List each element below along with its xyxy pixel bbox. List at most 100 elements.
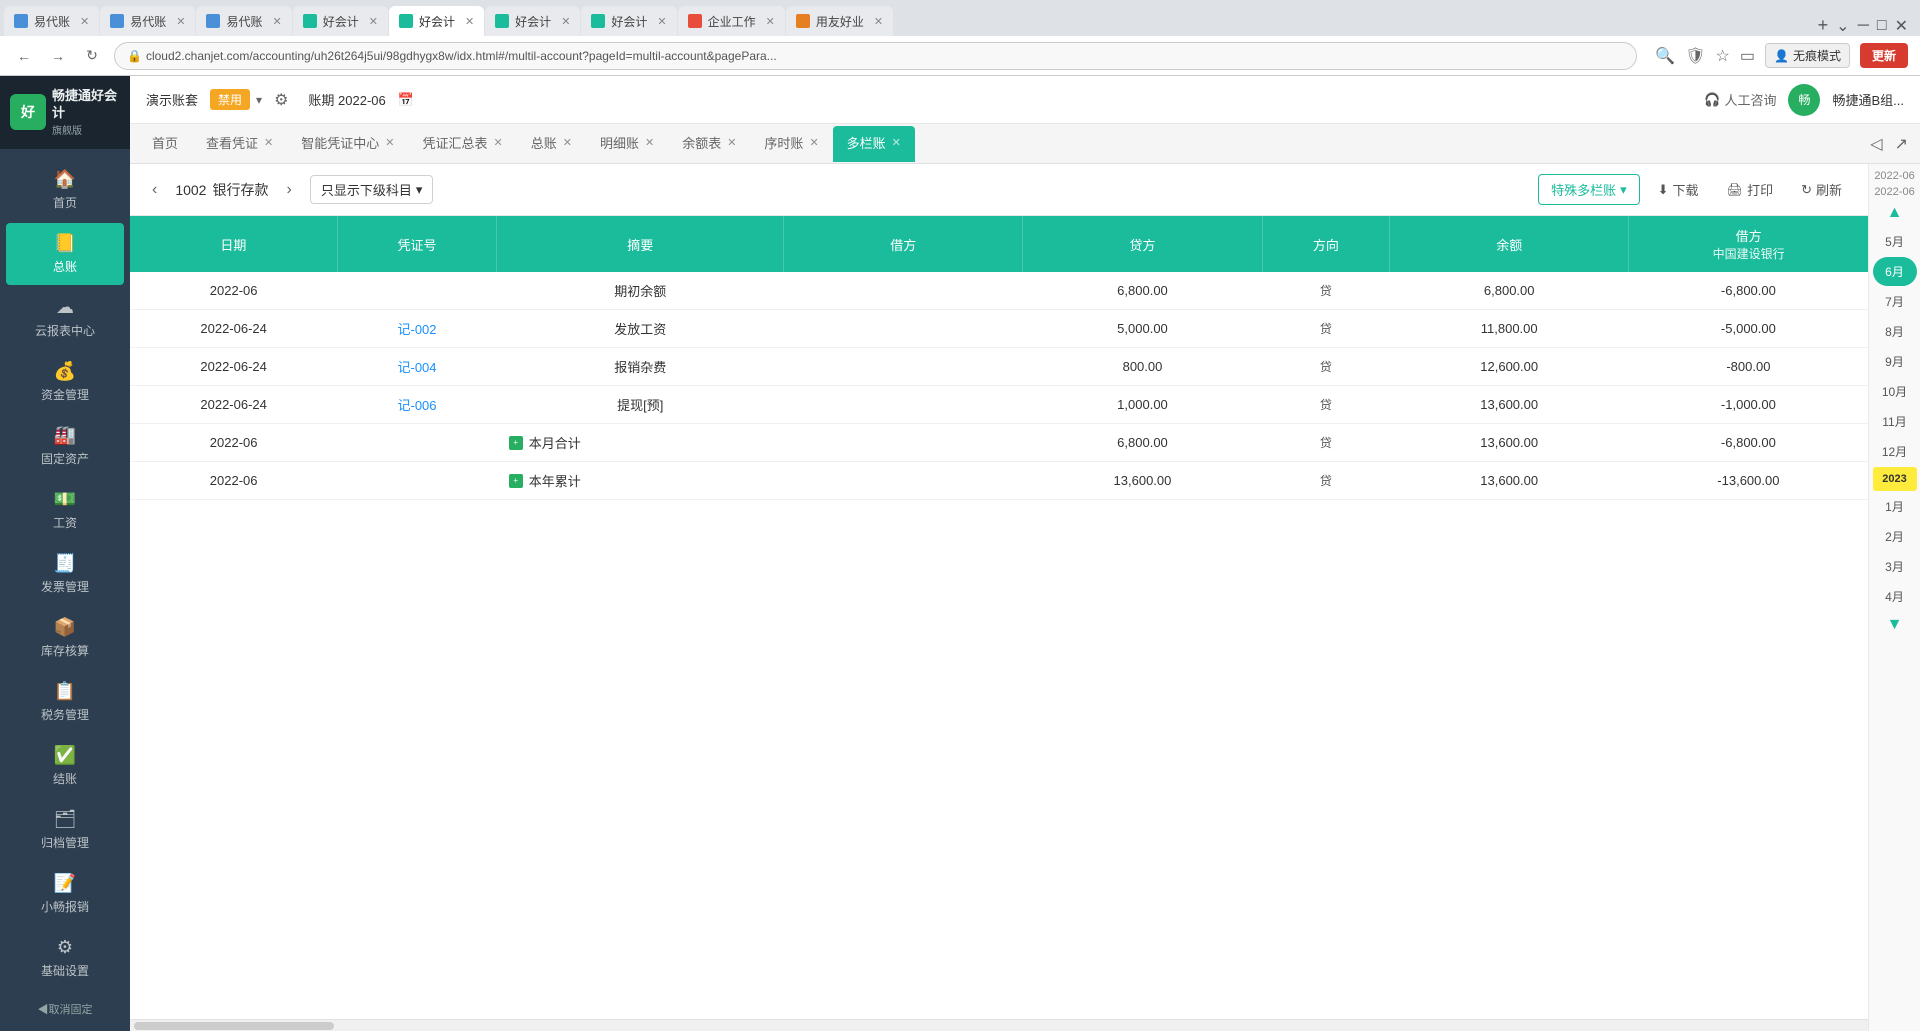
sub-account-filter[interactable]: 只显示下级科目 ▾ (310, 175, 434, 204)
tab-multi-column[interactable]: 多栏账 ✕ (833, 126, 915, 162)
back-button[interactable]: ← (12, 44, 36, 68)
voucher-link[interactable]: 记-004 (397, 360, 436, 375)
demo-badge[interactable]: 禁用 (210, 89, 250, 110)
minimize-button[interactable]: ─ (1858, 17, 1869, 35)
sidebar-panel-icon[interactable]: ▭ (1740, 46, 1755, 66)
tab-detail-ledger[interactable]: 明细账 ✕ (586, 126, 668, 162)
tab-0[interactable]: 易代账 ✕ (4, 6, 99, 36)
tab-8[interactable]: 用友好业 ✕ (786, 6, 893, 36)
app-settings-icon[interactable]: ⚙ (274, 90, 288, 110)
month-item[interactable]: 11月 (1873, 407, 1917, 436)
tab-voucher-summary[interactable]: 凭证汇总表 ✕ (408, 126, 516, 162)
close-window-button[interactable]: ✕ (1895, 16, 1908, 36)
month-item[interactable]: 9月 (1873, 347, 1917, 376)
demo-dropdown[interactable]: ▾ (256, 93, 262, 107)
sidebar-item-payroll[interactable]: 💵 工资 (6, 479, 124, 541)
voucher-link[interactable]: 记-006 (397, 398, 436, 413)
tab-journal[interactable]: 序时账 ✕ (750, 126, 832, 162)
tab-close-1[interactable]: ✕ (176, 15, 185, 28)
refresh-button[interactable]: ↻ (80, 44, 104, 68)
tab-general-ledger-close[interactable]: ✕ (563, 136, 572, 149)
maximize-button[interactable]: □ (1877, 17, 1887, 35)
month-item[interactable]: 8月 (1873, 317, 1917, 346)
month-item[interactable]: 10月 (1873, 377, 1917, 406)
month-scroll-down-button[interactable]: ▼ (1883, 612, 1907, 638)
next-account-button[interactable]: › (280, 179, 297, 201)
tab-3[interactable]: 好会计 ✕ (293, 6, 388, 36)
wuhen-mode-button[interactable]: 👤 无痕模式 (1765, 43, 1850, 68)
tab-smart-voucher[interactable]: 智能凭证中心 ✕ (287, 126, 408, 162)
user-name[interactable]: 畅捷通B组... (1832, 90, 1904, 109)
month-scroll-up-button[interactable]: ▲ (1883, 200, 1907, 226)
tab-close-0[interactable]: ✕ (80, 15, 89, 28)
tab-view-voucher-close[interactable]: ✕ (264, 136, 273, 149)
sidebar-item-close-account[interactable]: ✅ 结账 (6, 735, 124, 797)
sidebar-item-expense[interactable]: 📝 小畅报销 (6, 863, 124, 925)
expand-panel-button[interactable]: ↗ (1891, 132, 1912, 156)
scroll-thumb[interactable] (134, 1022, 334, 1030)
tab-general-ledger[interactable]: 总账 ✕ (517, 126, 586, 162)
tab-label-2: 易代账 (226, 13, 262, 30)
sidebar-item-settings[interactable]: ⚙ 基础设置 (6, 927, 124, 987)
tab-2[interactable]: 易代账 ✕ (196, 6, 291, 36)
month-item[interactable]: 12月 (1873, 437, 1917, 466)
month-item[interactable]: 2月 (1873, 522, 1917, 551)
tab-smart-voucher-close[interactable]: ✕ (385, 136, 394, 149)
tab-5[interactable]: 好会计 ✕ (485, 6, 580, 36)
month-item[interactable]: 3月 (1873, 552, 1917, 581)
month-item[interactable]: 6月 (1873, 257, 1917, 286)
tab-close-7[interactable]: ✕ (766, 15, 775, 28)
tab-7[interactable]: 企业工作 ✕ (678, 6, 785, 36)
sidebar-item-archive[interactable]: 🗂 归档管理 (6, 799, 124, 861)
sidebar-item-fixed-assets[interactable]: 🏭 固定资产 (6, 415, 124, 477)
tab-4[interactable]: 好会计 ✕ (389, 6, 484, 36)
print-button[interactable]: 🖨 打印 (1717, 175, 1784, 204)
url-bar[interactable]: 🔒 cloud2.chanjet.com/accounting/uh26t264… (114, 42, 1637, 70)
month-item[interactable]: 2023 (1873, 467, 1917, 491)
tab-close-4[interactable]: ✕ (465, 15, 474, 28)
tab-home[interactable]: 首页 (138, 126, 192, 162)
collapse-panel-button[interactable]: ◁ (1866, 132, 1886, 156)
sidebar-item-invoice[interactable]: 🧾 发票管理 (6, 543, 124, 605)
special-multi-button[interactable]: 特殊多栏账 ▾ (1538, 174, 1640, 205)
sidebar-item-inventory[interactable]: 📦 库存核算 (6, 607, 124, 669)
update-button[interactable]: 更新 (1860, 43, 1908, 68)
sidebar-item-tax[interactable]: 📋 税务管理 (6, 671, 124, 733)
tab-voucher-summary-close[interactable]: ✕ (494, 136, 503, 149)
sidebar-item-funds[interactable]: 💰 资金管理 (6, 351, 124, 413)
tab-close-3[interactable]: ✕ (369, 15, 378, 28)
tab-view-voucher[interactable]: 查看凭证 ✕ (192, 126, 287, 162)
star-icon[interactable]: ☆ (1716, 46, 1730, 66)
calendar-icon[interactable]: 📅 (398, 92, 414, 108)
prev-account-button[interactable]: ‹ (146, 179, 163, 201)
sidebar-item-ledger[interactable]: 📒 总账 (6, 223, 124, 285)
tab-6[interactable]: 好会计 ✕ (581, 6, 676, 36)
shield-icon[interactable]: 🛡 (1685, 46, 1705, 66)
new-tab-button[interactable]: + (1818, 15, 1829, 36)
voucher-link[interactable]: 记-002 (397, 322, 436, 337)
month-item[interactable]: 7月 (1873, 287, 1917, 316)
month-item[interactable]: 1月 (1873, 492, 1917, 521)
download-button[interactable]: ⬇ 下载 (1648, 175, 1709, 204)
tab-1[interactable]: 易代账 ✕ (100, 6, 195, 36)
search-icon[interactable]: 🔍 (1655, 46, 1675, 66)
tab-detail-ledger-close[interactable]: ✕ (645, 136, 654, 149)
month-item[interactable]: 4月 (1873, 582, 1917, 611)
tab-journal-close[interactable]: ✕ (809, 136, 818, 149)
tab-list-button[interactable]: ⌄ (1836, 16, 1849, 36)
month-item[interactable]: 5月 (1873, 227, 1917, 256)
tab-balance-table[interactable]: 余额表 ✕ (668, 126, 750, 162)
unfix-button[interactable]: ◀取消固定 (8, 995, 122, 1023)
horizontal-scroll[interactable] (130, 1019, 1868, 1031)
sidebar-item-home[interactable]: 🏠 首页 (6, 159, 124, 221)
tab-close-6[interactable]: ✕ (657, 15, 666, 28)
tab-close-2[interactable]: ✕ (272, 15, 281, 28)
forward-button[interactable]: → (46, 44, 70, 68)
refresh-ledger-button[interactable]: ↻ 刷新 (1791, 175, 1852, 204)
tab-close-5[interactable]: ✕ (561, 15, 570, 28)
tab-balance-table-close[interactable]: ✕ (727, 136, 736, 149)
tab-multi-column-close[interactable]: ✕ (892, 136, 901, 149)
tab-close-8[interactable]: ✕ (874, 15, 883, 28)
sidebar-item-cloud-report[interactable]: ☁ 云报表中心 (6, 287, 124, 349)
consult-button[interactable]: 🎧 人工咨询 (1704, 90, 1776, 109)
